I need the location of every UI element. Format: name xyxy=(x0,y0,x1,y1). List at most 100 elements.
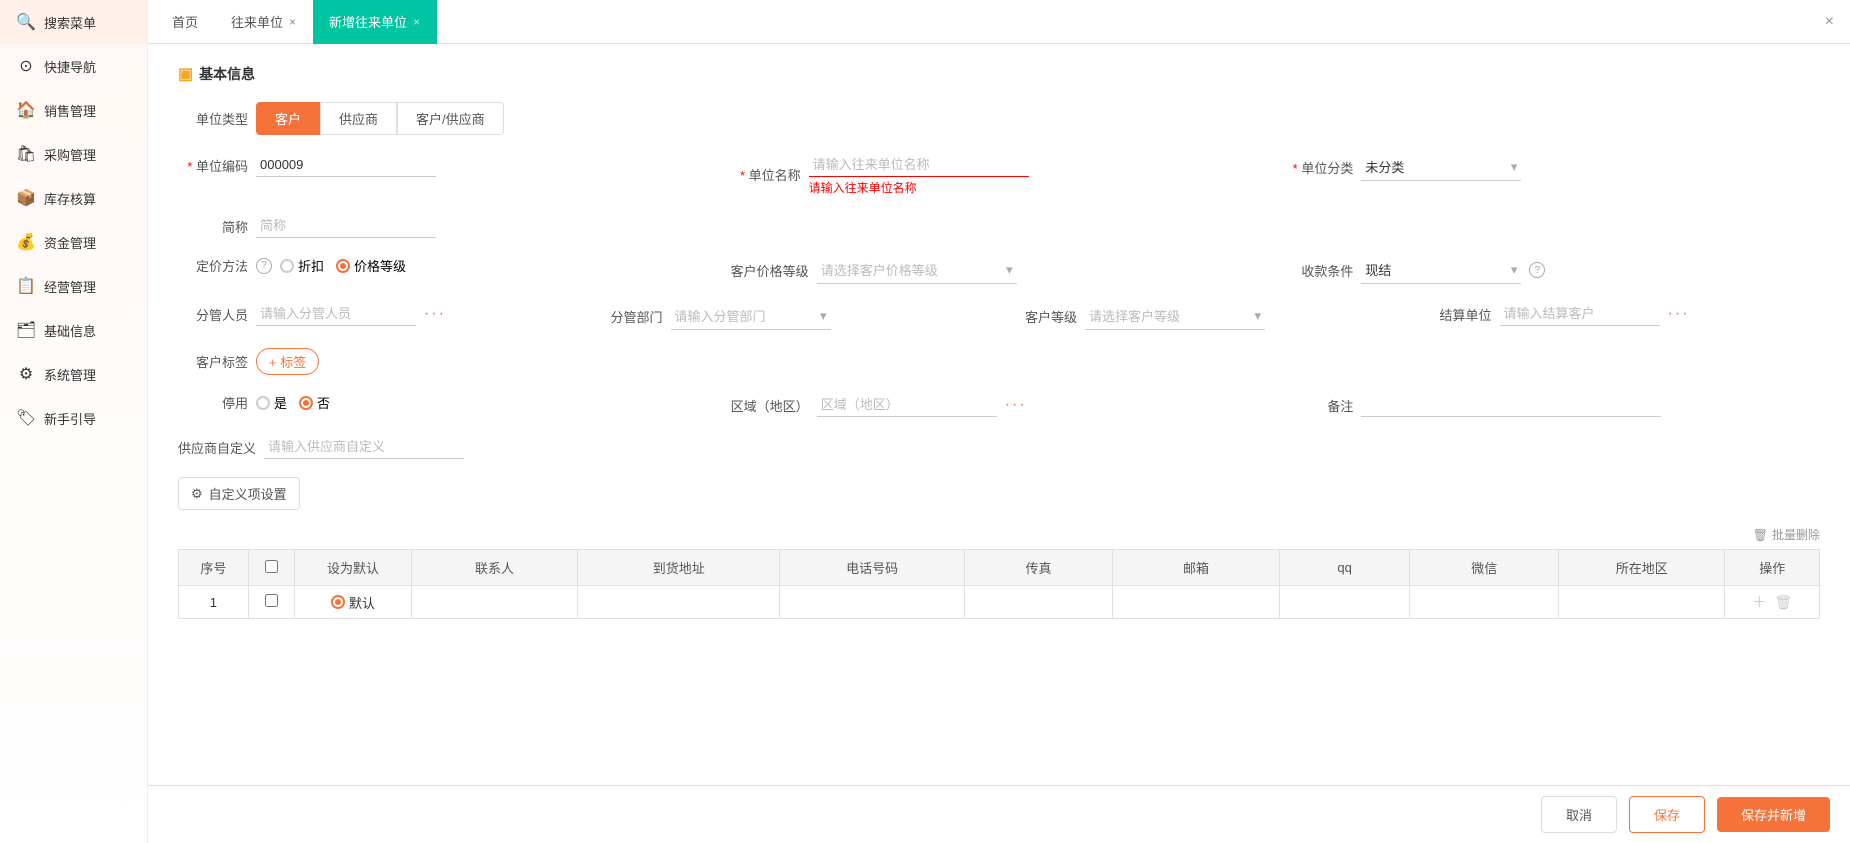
tag-row: 客户标签 + 标签 xyxy=(178,348,1820,375)
cell-address[interactable] xyxy=(578,586,780,619)
contact-input[interactable] xyxy=(454,595,534,610)
row-add-btn[interactable]: ＋ xyxy=(1752,592,1766,612)
payment-terms-value: 现结 xyxy=(1365,260,1510,279)
region-more-btn[interactable]: ··· xyxy=(1005,396,1027,414)
type-btn-supplier[interactable]: 供应商 xyxy=(320,102,397,135)
sidebar-item-system[interactable]: ⚙ 系统管理 xyxy=(0,352,147,396)
col-wechat: 微信 xyxy=(1410,550,1559,586)
type-btn-both[interactable]: 客户/供应商 xyxy=(397,102,504,135)
search-icon: 🔍 xyxy=(16,12,36,32)
sidebar-item-basic[interactable]: 🗂 基础信息 xyxy=(0,308,147,352)
type-btn-group: 客户 供应商 客户/供应商 xyxy=(256,102,504,135)
sidebar-item-purchase[interactable]: 🛍 采购管理 xyxy=(0,132,147,176)
row-checkbox[interactable] xyxy=(265,594,278,607)
sidebar-item-sales[interactable]: 🏠 销售管理 xyxy=(0,88,147,132)
sidebar-item-quicknav[interactable]: ⊙ 快捷导航 xyxy=(0,44,147,88)
region-input[interactable] xyxy=(817,393,997,417)
tab-contacts[interactable]: 往来单位 × xyxy=(215,0,313,44)
unit-category-label: 单位分类 xyxy=(1283,158,1353,177)
table-toolbar: 🗑 批量删除 xyxy=(178,526,1820,543)
abbr-input[interactable] xyxy=(256,214,436,238)
region-cell-input[interactable] xyxy=(1602,595,1682,610)
custom-settings-button[interactable]: ⚙ 自定义项设置 xyxy=(178,477,300,510)
customer-price-dropdown[interactable]: 请选择客户价格等级 ▾ xyxy=(817,256,1017,284)
tab-new-contact[interactable]: 新增往来单位 × xyxy=(313,0,437,44)
supplier-custom-input[interactable] xyxy=(264,435,464,459)
manager-more-btn[interactable]: ··· xyxy=(424,305,446,323)
settlement-more-btn[interactable]: ··· xyxy=(1668,305,1690,323)
manager-row: 分管人员 ··· 分管部门 请输入分管部门 ▾ 客户等级 请选择客户等级 ▾ xyxy=(178,302,1820,330)
cell-region[interactable] xyxy=(1558,586,1724,619)
col-address: 到货地址 xyxy=(578,550,780,586)
cancel-button[interactable]: 取消 xyxy=(1541,796,1617,833)
home-icon: ⊙ xyxy=(16,56,36,76)
cell-fax[interactable] xyxy=(964,586,1113,619)
disabled-radio-no[interactable]: 否 xyxy=(299,393,330,412)
disabled-radio-yes[interactable]: 是 xyxy=(256,393,287,412)
table-head: 序号 设为默认 联系人 到货地址 电话号码 传真 邮箱 qq 微信 所在地区 操… xyxy=(179,550,1820,586)
sidebar-item-operations[interactable]: 📋 经营管理 xyxy=(0,264,147,308)
payment-terms-help-icon[interactable]: ? xyxy=(1529,262,1545,278)
supplier-custom-row: 供应商自定义 xyxy=(178,435,1820,459)
sidebar-item-inventory[interactable]: 📦 库存核算 xyxy=(0,176,147,220)
tab-new-contact-label: 新增往来单位 xyxy=(329,12,407,31)
remark-label: 备注 xyxy=(1283,396,1353,415)
disabled-no-label: 否 xyxy=(317,393,330,412)
unit-name-error: 请输入往来单位名称 xyxy=(809,179,1029,196)
disabled-group: 停用 是 否 xyxy=(178,393,715,412)
disabled-radio-group: 是 否 xyxy=(256,393,330,412)
department-dropdown[interactable]: 请输入分管部门 ▾ xyxy=(671,302,831,330)
batch-delete-button[interactable]: 🗑 批量删除 xyxy=(1753,526,1820,543)
sidebar-item-search[interactable]: 🔍 搜索菜单 xyxy=(0,0,147,44)
fax-input[interactable] xyxy=(1004,595,1074,610)
col-region: 所在地区 xyxy=(1558,550,1724,586)
window-close-button[interactable]: × xyxy=(1817,13,1842,31)
sidebar-item-label: 搜索菜单 xyxy=(44,13,96,32)
manager-input[interactable] xyxy=(256,302,416,326)
sidebar-item-guide[interactable]: 🏷 新手引导 xyxy=(0,396,147,440)
tab-home[interactable]: 首页 xyxy=(156,0,215,44)
department-group: 分管部门 请输入分管部门 ▾ xyxy=(593,302,992,330)
custom-settings-icon: ⚙ xyxy=(191,486,203,502)
qq-input[interactable] xyxy=(1315,595,1375,610)
row-delete-btn[interactable]: 🗑 xyxy=(1774,594,1792,611)
unit-category-group: 单位分类 未分类 ▾ xyxy=(1283,153,1820,181)
default-radio[interactable]: 默认 xyxy=(301,593,404,612)
default-radio-circle xyxy=(331,595,345,609)
settlement-input[interactable] xyxy=(1500,302,1660,326)
col-no: 序号 xyxy=(179,550,249,586)
wechat-input[interactable] xyxy=(1449,595,1519,610)
save-new-button[interactable]: 保存并新增 xyxy=(1717,797,1830,832)
unit-name-input[interactable] xyxy=(809,153,1029,177)
pricing-radio-discount[interactable]: 折扣 xyxy=(280,256,324,275)
cell-qq[interactable] xyxy=(1279,586,1410,619)
select-all-checkbox[interactable] xyxy=(265,560,278,573)
cell-contact[interactable] xyxy=(411,586,577,619)
cell-phone[interactable] xyxy=(780,586,964,619)
payment-terms-dropdown[interactable]: 现结 ▾ xyxy=(1361,256,1521,284)
region-label: 区域（地区） xyxy=(731,396,809,415)
operations-icon: 📋 xyxy=(16,276,36,296)
pricing-radio-level[interactable]: 价格等级 xyxy=(336,256,406,275)
section-title-text: 基本信息 xyxy=(199,64,255,84)
cell-wechat[interactable] xyxy=(1410,586,1559,619)
tab-contacts-close[interactable]: × xyxy=(289,15,296,29)
add-tag-button[interactable]: + 标签 xyxy=(256,348,319,375)
pricing-group: 定价方法 ? 折扣 价格等级 xyxy=(178,256,715,275)
cell-email[interactable] xyxy=(1113,586,1279,619)
phone-input[interactable] xyxy=(827,595,917,610)
unit-code-group: 单位编码 xyxy=(178,153,715,177)
address-input[interactable] xyxy=(629,595,729,610)
remark-input[interactable] xyxy=(1361,393,1661,417)
email-input[interactable] xyxy=(1156,595,1236,610)
save-button[interactable]: 保存 xyxy=(1629,796,1705,833)
table-body: 1 默认 xyxy=(179,586,1820,619)
supplier-custom-group: 供应商自定义 xyxy=(178,435,1820,459)
tab-new-contact-close[interactable]: × xyxy=(413,15,420,29)
customer-level-dropdown[interactable]: 请选择客户等级 ▾ xyxy=(1085,302,1265,330)
unit-category-dropdown[interactable]: 未分类 ▾ xyxy=(1361,153,1521,181)
sidebar-item-finance[interactable]: 💰 资金管理 xyxy=(0,220,147,264)
pricing-help-icon[interactable]: ? xyxy=(256,258,272,274)
type-btn-customer[interactable]: 客户 xyxy=(256,102,320,135)
unit-code-input[interactable] xyxy=(256,153,436,177)
